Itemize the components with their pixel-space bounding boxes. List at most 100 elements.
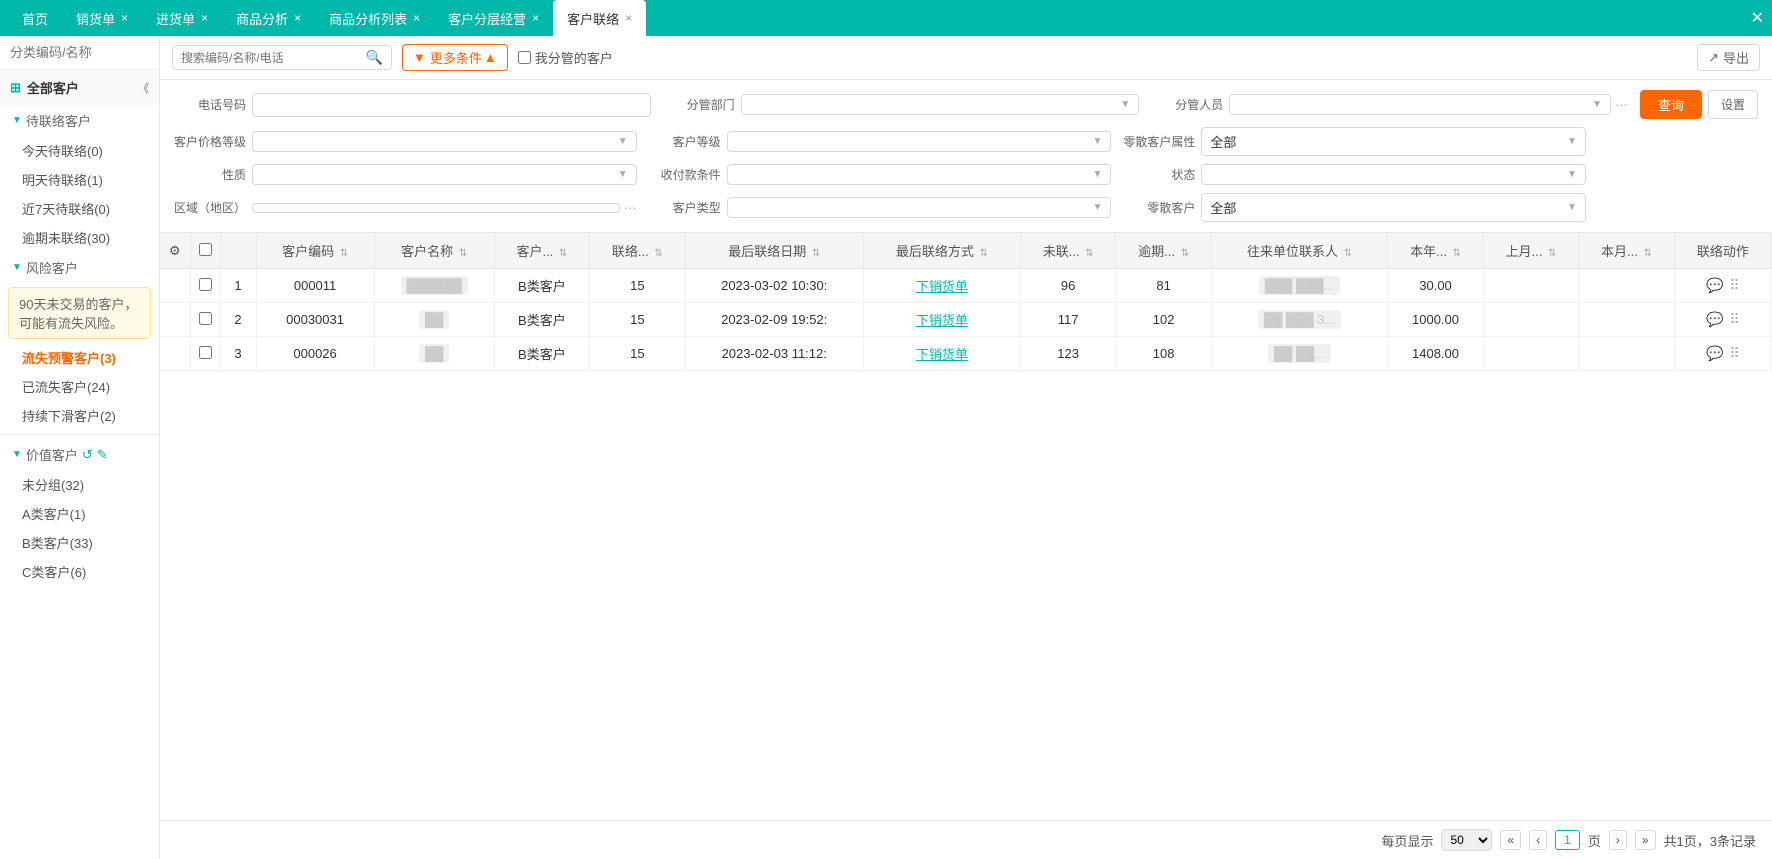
- sidebar-item-churned[interactable]: 已流失客户(24): [0, 372, 159, 401]
- sidebar-item-class-b[interactable]: B类客户(33): [0, 528, 159, 557]
- row-last-contact-method[interactable]: 下销货单: [863, 303, 1020, 337]
- contact-col-header[interactable]: 联络... ⇅: [590, 233, 685, 269]
- per-page-select[interactable]: 50 100: [1441, 829, 1492, 851]
- close-window-icon[interactable]: ✕: [1751, 8, 1764, 28]
- company-contact-col-header[interactable]: 往来单位联系人 ⇅: [1211, 233, 1387, 269]
- sidebar-item-today[interactable]: 今天待联络(0): [0, 136, 159, 165]
- last-contact-method-col-header[interactable]: 最后联络方式 ⇅: [863, 233, 1020, 269]
- tab-sales-close[interactable]: ×: [121, 11, 128, 25]
- status-select[interactable]: ▼: [1201, 164, 1586, 185]
- edit-icon[interactable]: ✎: [97, 447, 108, 463]
- sidebar-item-7days[interactable]: 近7天待联络(0): [0, 194, 159, 223]
- settings-col-header[interactable]: ⚙: [160, 233, 190, 269]
- row-last-contact-date: 2023-03-02 10:30:: [685, 269, 863, 303]
- next-page-button[interactable]: ›: [1609, 830, 1627, 850]
- tab-analysis-list[interactable]: 商品分析列表 ×: [315, 0, 434, 36]
- action-message-icon[interactable]: 💬: [1706, 345, 1723, 362]
- person-select[interactable]: ▼: [1229, 94, 1611, 115]
- checkbox-col-header[interactable]: [190, 233, 220, 269]
- search-input[interactable]: [181, 51, 366, 65]
- row-checkbox[interactable]: [190, 303, 220, 337]
- more-conditions-button[interactable]: ▼ 更多条件 ▲: [402, 44, 508, 71]
- sidebar-item-tomorrow[interactable]: 明天待联络(1): [0, 165, 159, 194]
- action-message-icon[interactable]: 💬: [1706, 277, 1723, 294]
- tab-analysis[interactable]: 商品分析 ×: [222, 0, 315, 36]
- sidebar-item-class-c[interactable]: C类客户(6): [0, 557, 159, 586]
- sidebar-group-value[interactable]: ▼ 价值客户 ↺ ✎: [0, 439, 159, 470]
- row-select-checkbox[interactable]: [199, 346, 212, 359]
- sidebar-group-risk[interactable]: ▼ 风险客户: [0, 252, 159, 283]
- prev-page-button[interactable]: ‹: [1529, 830, 1547, 850]
- customer-type-label: 客户类型: [649, 199, 721, 216]
- not-contacted-col-header[interactable]: 未联... ⇅: [1020, 233, 1115, 269]
- sidebar-group-pending[interactable]: ▼ 待联络客户: [0, 105, 159, 136]
- tab-customer-contact-close[interactable]: ×: [625, 11, 632, 25]
- last-month-col-header[interactable]: 上月... ⇅: [1483, 233, 1578, 269]
- region-more-icon[interactable]: ···: [624, 200, 637, 215]
- tab-home[interactable]: 首页: [8, 0, 62, 36]
- sidebar-item-overdue[interactable]: 逾期未联络(30): [0, 223, 159, 252]
- row-settings: [160, 303, 190, 337]
- nature-select[interactable]: ▼: [252, 164, 637, 185]
- name-col-header[interactable]: 客户名称 ⇅: [374, 233, 494, 269]
- scatter-attr-select[interactable]: 全部 ▼: [1201, 127, 1586, 156]
- tab-customer-tier[interactable]: 客户分层经营 ×: [434, 0, 553, 36]
- sidebar-all-customers[interactable]: ⊞ 全部客户 《: [0, 70, 159, 105]
- search-button-icon[interactable]: 🔍: [366, 49, 383, 66]
- price-tier-select[interactable]: ▼: [252, 131, 637, 152]
- overdue-col-header[interactable]: 逾期... ⇅: [1116, 233, 1211, 269]
- filter-price-tier: 客户价格等级 ▼: [174, 131, 637, 152]
- phone-input[interactable]: [252, 93, 651, 117]
- region-select[interactable]: [252, 203, 620, 213]
- payment-select[interactable]: ▼: [727, 164, 1112, 185]
- row-checkbox[interactable]: [190, 337, 220, 371]
- dept-select[interactable]: ▼: [741, 94, 1140, 115]
- scatter-customer-select[interactable]: 全部 ▼: [1201, 193, 1586, 222]
- refresh-icon[interactable]: ↺: [82, 447, 93, 463]
- my-customers-checkbox[interactable]: [518, 51, 531, 64]
- export-button[interactable]: ↗ 导出: [1697, 44, 1760, 71]
- sidebar-search-input[interactable]: [10, 45, 160, 60]
- type-col-header[interactable]: 客户... ⇅: [494, 233, 589, 269]
- row-num: 1: [220, 269, 256, 303]
- action-message-icon[interactable]: 💬: [1706, 311, 1723, 328]
- tab-analysis-close[interactable]: ×: [294, 11, 301, 25]
- code-col-header[interactable]: 客户编码 ⇅: [256, 233, 374, 269]
- customer-type-chevron-icon: ▼: [1092, 202, 1102, 213]
- row-code: 00030031: [256, 303, 374, 337]
- first-page-button[interactable]: «: [1500, 830, 1521, 850]
- this-month-col-header[interactable]: 本月... ⇅: [1579, 233, 1674, 269]
- setting-button[interactable]: 设置: [1708, 90, 1758, 119]
- tab-purchase-close[interactable]: ×: [201, 11, 208, 25]
- action-more-icon[interactable]: ⠿: [1729, 311, 1739, 328]
- filter-customer-tier: 客户等级 ▼: [649, 131, 1112, 152]
- tab-customer-tier-close[interactable]: ×: [532, 11, 539, 25]
- last-contact-date-col-header[interactable]: 最后联络日期 ⇅: [685, 233, 863, 269]
- sidebar-item-unclassified[interactable]: 未分组(32): [0, 470, 159, 499]
- last-page-button[interactable]: »: [1635, 830, 1656, 850]
- tab-customer-contact[interactable]: 客户联络 ×: [553, 0, 646, 36]
- row-not-contacted: 117: [1020, 303, 1115, 337]
- person-more-icon[interactable]: ···: [1615, 97, 1628, 112]
- row-select-checkbox[interactable]: [199, 312, 212, 325]
- query-button[interactable]: 查询: [1640, 90, 1702, 119]
- tab-purchase[interactable]: 进货单 ×: [142, 0, 222, 36]
- tab-bar: 首页 销货单 × 进货单 × 商品分析 × 商品分析列表 × 客户分层经营 × …: [0, 0, 1772, 36]
- customer-type-select[interactable]: ▼: [727, 197, 1112, 218]
- tab-sales[interactable]: 销货单 ×: [62, 0, 142, 36]
- select-all-checkbox[interactable]: [199, 243, 212, 256]
- tab-analysis-list-close[interactable]: ×: [413, 11, 420, 25]
- sidebar-item-churn-risk[interactable]: 流失预警客户(3): [0, 343, 159, 372]
- customer-tier-select[interactable]: ▼: [727, 131, 1112, 152]
- row-last-contact-method[interactable]: 下销货单: [863, 269, 1020, 303]
- action-more-icon[interactable]: ⠿: [1729, 345, 1739, 362]
- row-select-checkbox[interactable]: [199, 278, 212, 291]
- sidebar-item-continuous-down[interactable]: 持续下滑客户(2): [0, 401, 159, 430]
- row-checkbox[interactable]: [190, 269, 220, 303]
- filter-status: 状态 ▼: [1123, 164, 1586, 185]
- row-last-contact-method[interactable]: 下销货单: [863, 337, 1020, 371]
- sidebar-item-class-a[interactable]: A类客户(1): [0, 499, 159, 528]
- page-label: 页: [1588, 831, 1601, 850]
- this-year-col-header[interactable]: 本年... ⇅: [1388, 233, 1483, 269]
- action-more-icon[interactable]: ⠿: [1729, 277, 1739, 294]
